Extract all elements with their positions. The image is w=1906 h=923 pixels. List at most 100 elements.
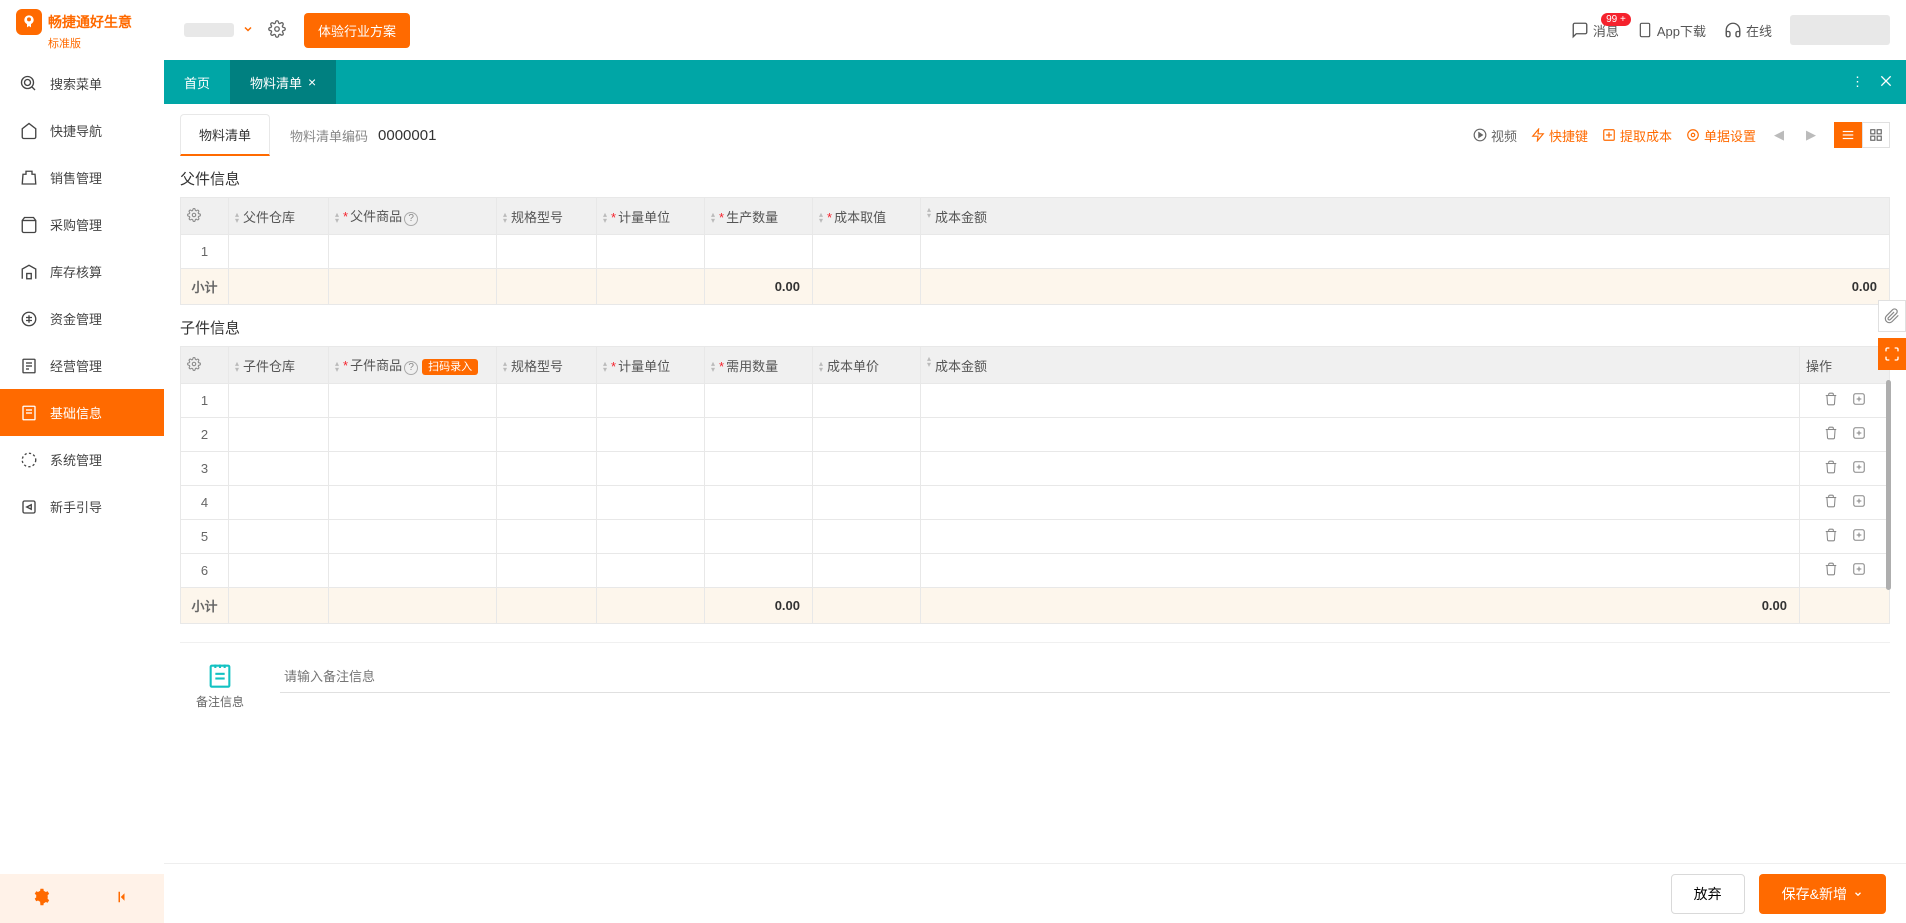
cell[interactable] <box>329 452 497 486</box>
tab-more-icon[interactable]: ⋮ <box>1845 68 1870 96</box>
messages-link[interactable]: 消息 99 + <box>1571 21 1619 40</box>
delete-row-icon[interactable] <box>1824 426 1838 443</box>
delete-row-icon[interactable] <box>1824 392 1838 409</box>
cell[interactable] <box>813 554 921 588</box>
sidebar-item-inventory[interactable]: 库存核算 <box>0 248 164 295</box>
org-selector[interactable] <box>184 23 254 38</box>
cell[interactable] <box>229 554 329 588</box>
cell[interactable] <box>597 384 705 418</box>
cell[interactable] <box>329 384 497 418</box>
add-row-icon[interactable] <box>1852 392 1866 409</box>
cell[interactable] <box>813 235 921 269</box>
cell[interactable] <box>329 235 497 269</box>
delete-row-icon[interactable] <box>1824 528 1838 545</box>
add-row-icon[interactable] <box>1852 460 1866 477</box>
sidebar-item-operations[interactable]: 经营管理 <box>0 342 164 389</box>
cell[interactable] <box>813 520 921 554</box>
extract-cost-link[interactable]: 提取成本 <box>1602 126 1672 145</box>
add-row-icon[interactable] <box>1852 528 1866 545</box>
delete-row-icon[interactable] <box>1824 494 1838 511</box>
cell[interactable] <box>497 384 597 418</box>
discard-button[interactable]: 放弃 <box>1671 874 1745 914</box>
sidebar-settings-icon[interactable] <box>32 888 50 909</box>
tab-bom[interactable]: 物料清单 × <box>230 60 336 104</box>
child-col-warehouse[interactable]: 子件仓库 <box>229 347 329 384</box>
prev-doc-icon[interactable]: ◀ <box>1770 127 1788 143</box>
cell[interactable] <box>329 486 497 520</box>
cell[interactable] <box>921 384 1800 418</box>
cell[interactable] <box>705 486 813 520</box>
add-row-icon[interactable] <box>1852 494 1866 511</box>
sidebar-item-basicinfo[interactable]: 基础信息 <box>0 389 164 436</box>
delete-row-icon[interactable] <box>1824 460 1838 477</box>
parent-col-warehouse[interactable]: 父件仓库 <box>229 198 329 235</box>
promo-button[interactable]: 体验行业方案 <box>304 13 410 48</box>
app-download-link[interactable]: App下载 <box>1637 21 1706 40</box>
sidebar-item-system[interactable]: 系统管理 <box>0 436 164 483</box>
parent-col-unit[interactable]: *计量单位 <box>597 198 705 235</box>
cell[interactable] <box>705 418 813 452</box>
parent-col-gear[interactable] <box>181 198 229 235</box>
cell[interactable] <box>229 418 329 452</box>
cell[interactable] <box>497 235 597 269</box>
cell[interactable] <box>705 452 813 486</box>
cell[interactable] <box>597 520 705 554</box>
video-link[interactable]: 视频 <box>1473 126 1517 145</box>
add-row-icon[interactable] <box>1852 426 1866 443</box>
sidebar-item-search[interactable]: 搜索菜单 <box>0 60 164 107</box>
fullscreen-icon[interactable] <box>1878 338 1906 370</box>
parent-col-costmethod[interactable]: *成本取值 <box>813 198 921 235</box>
parent-col-product[interactable]: *父件商品? <box>329 198 497 235</box>
tab-home[interactable]: 首页 <box>164 60 230 104</box>
cell[interactable] <box>705 554 813 588</box>
delete-row-icon[interactable] <box>1824 562 1838 579</box>
cell[interactable] <box>329 418 497 452</box>
cell[interactable] <box>329 520 497 554</box>
table-scrollbar[interactable] <box>1886 380 1891 590</box>
sidebar-collapse-icon[interactable] <box>114 888 132 909</box>
cell[interactable] <box>497 520 597 554</box>
sidebar-item-guide[interactable]: 新手引导 <box>0 483 164 530</box>
help-icon[interactable]: ? <box>404 361 418 375</box>
cell[interactable] <box>597 554 705 588</box>
table-row[interactable]: 2 <box>181 418 1890 452</box>
table-row[interactable]: 1 <box>181 235 1890 269</box>
cell[interactable] <box>705 384 813 418</box>
add-row-icon[interactable] <box>1852 562 1866 579</box>
header-gear-icon[interactable] <box>268 20 286 41</box>
child-col-unit[interactable]: *计量单位 <box>597 347 705 384</box>
cell[interactable] <box>497 418 597 452</box>
doc-settings-link[interactable]: 单据设置 <box>1686 126 1756 145</box>
cell[interactable] <box>705 520 813 554</box>
save-new-button[interactable]: 保存&新增 <box>1759 874 1886 914</box>
cell[interactable] <box>921 486 1800 520</box>
cell[interactable] <box>497 452 597 486</box>
cell[interactable] <box>229 520 329 554</box>
child-col-spec[interactable]: 规格型号 <box>497 347 597 384</box>
table-row[interactable]: 5 <box>181 520 1890 554</box>
tab-close-icon[interactable]: × <box>308 74 316 90</box>
cell[interactable] <box>813 486 921 520</box>
view-list-icon[interactable] <box>1834 122 1862 148</box>
cell[interactable] <box>597 452 705 486</box>
cell[interactable] <box>921 520 1800 554</box>
child-col-unitcost[interactable]: 成本单价 <box>813 347 921 384</box>
cell[interactable] <box>229 486 329 520</box>
cell[interactable] <box>597 486 705 520</box>
cell[interactable] <box>229 235 329 269</box>
scan-badge[interactable]: 扫码录入 <box>422 359 478 375</box>
table-row[interactable]: 1 <box>181 384 1890 418</box>
child-col-qty[interactable]: *需用数量 <box>705 347 813 384</box>
cell[interactable] <box>497 486 597 520</box>
parent-col-spec[interactable]: 规格型号 <box>497 198 597 235</box>
attachment-icon[interactable] <box>1878 300 1906 332</box>
parent-col-amount[interactable]: 成本金额 <box>921 198 1890 235</box>
cell[interactable] <box>813 384 921 418</box>
child-col-gear[interactable] <box>181 347 229 384</box>
child-col-amount[interactable]: 成本金额 <box>921 347 1800 384</box>
cell[interactable] <box>813 452 921 486</box>
cell[interactable] <box>921 235 1890 269</box>
cell[interactable] <box>497 554 597 588</box>
next-doc-icon[interactable]: ▶ <box>1802 127 1820 143</box>
cell[interactable] <box>921 554 1800 588</box>
